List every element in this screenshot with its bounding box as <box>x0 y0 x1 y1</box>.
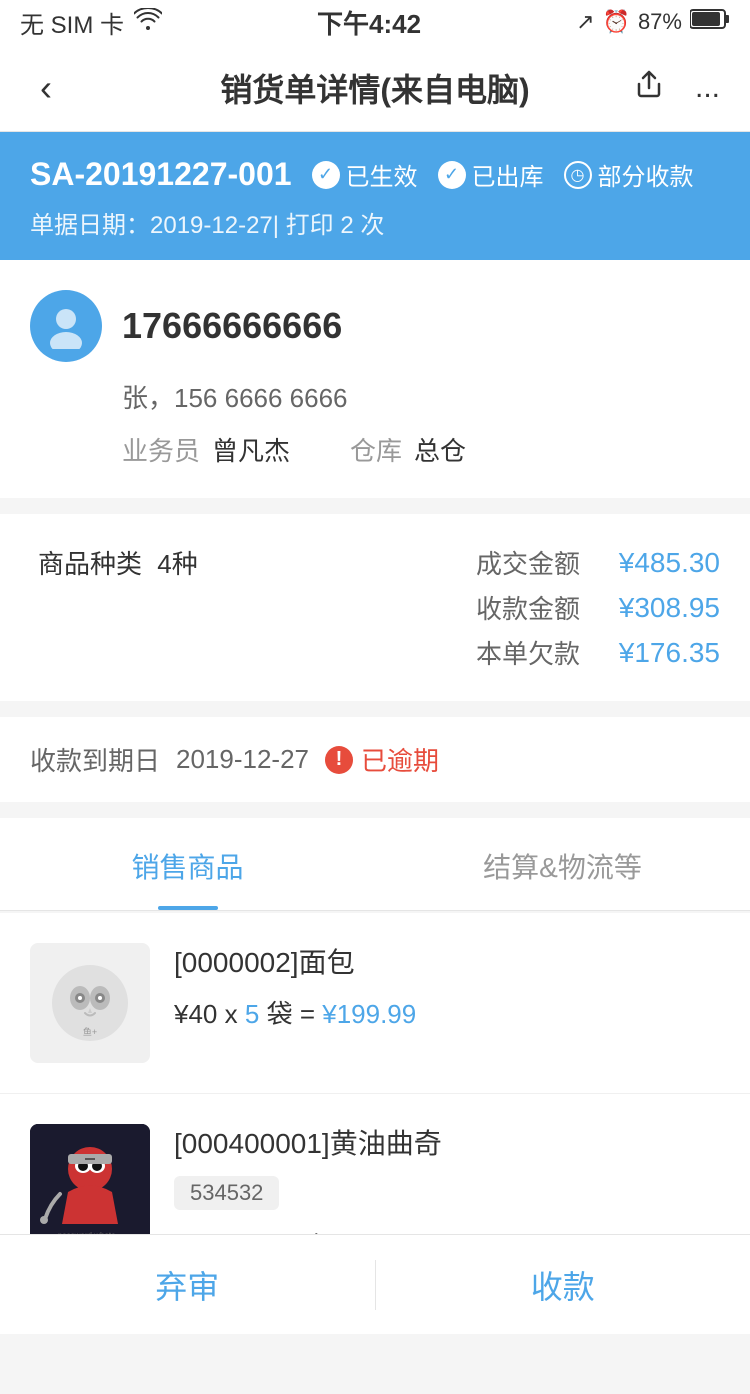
product-id-1: [0000002]面包 <box>174 947 355 978</box>
collect-payment-button[interactable]: 收款 <box>376 1242 750 1328</box>
tabs-row: 销售商品 结算&物流等 <box>0 818 750 911</box>
wifi-icon <box>134 8 162 37</box>
payment-due-date: 2019-12-27 <box>176 744 309 775</box>
warehouse-value: 总仓 <box>414 431 466 468</box>
warehouse-item: 仓库 总仓 <box>350 431 466 468</box>
product-type-label: 商品种类 <box>38 549 142 579</box>
location-icon: ↗ <box>576 9 594 35</box>
product-type-value: 4种 <box>157 549 197 579</box>
warehouse-label: 仓库 <box>350 431 402 468</box>
status-shipped: ✓ 已出库 <box>438 157 544 192</box>
owed-label: 本单欠款 <box>476 634 580 671</box>
carrier-label: 无 SIM 卡 <box>20 5 124 40</box>
tab-sales-products[interactable]: 销售商品 <box>0 818 375 910</box>
payment-due-section: 收款到期日 2019-12-27 ! 已逾期 <box>0 717 750 802</box>
customer-meta: 业务员 曾凡杰 仓库 总仓 <box>30 431 720 468</box>
amount-row: 成交金额 ¥485.30 <box>476 544 720 581</box>
customer-section: 17666666666 张，156 6666 6666 业务员 曾凡杰 仓库 总… <box>0 260 750 498</box>
customer-phone: 17666666666 <box>122 305 342 347</box>
tab-settlement[interactable]: 结算&物流等 <box>375 818 750 910</box>
product-image-2: password whate... <box>30 1124 150 1244</box>
overdue-icon: ! <box>325 746 353 774</box>
back-button[interactable]: ‹ <box>30 57 62 119</box>
product-name-2: [000400001]黄油曲奇 <box>174 1124 720 1163</box>
product-multiply-1: x <box>225 999 245 1029</box>
received-value: ¥308.95 <box>600 592 720 624</box>
salesman-label: 业务员 <box>122 431 200 468</box>
customer-row: 17666666666 <box>30 290 720 362</box>
order-date-value: 2019-12-27 <box>150 212 273 239</box>
status-active-label: 已生效 <box>346 157 418 192</box>
product-item: 鱼+ [0000002]面包 ¥40 x 5 袋 = ¥199.99 <box>0 913 750 1094</box>
abandon-review-button[interactable]: 弃审 <box>0 1242 375 1328</box>
check-active-icon: ✓ <box>312 161 340 189</box>
page-title: 销货单详情(来自电脑) <box>220 65 529 111</box>
product-id-2: [000400001]黄油曲奇 <box>174 1128 442 1159</box>
owed-value: ¥176.35 <box>600 637 720 669</box>
battery-label: 87% <box>638 9 682 35</box>
print-info: | 打印 2 次 <box>273 212 385 239</box>
order-id: SA-20191227-001 <box>30 156 292 193</box>
owed-row: 本单欠款 ¥176.35 <box>476 634 720 671</box>
received-row: 收款金额 ¥308.95 <box>476 589 720 626</box>
share-icon[interactable] <box>633 68 665 108</box>
alarm-icon: ⏰ <box>603 9 630 35</box>
product-price-row-1: ¥40 x 5 袋 = ¥199.99 <box>174 994 720 1031</box>
status-bar-right: ↗ ⏰ 87% <box>576 8 730 36</box>
status-partial: ◷ 部分收款 <box>564 157 694 192</box>
product-total-1: ¥199.99 <box>322 999 416 1029</box>
salesman-value: 曾凡杰 <box>212 431 290 468</box>
status-shipped-label: 已出库 <box>472 157 544 192</box>
order-date-row: 单据日期：2019-12-27| 打印 2 次 <box>30 205 720 240</box>
product-name-1: [0000002]面包 <box>174 943 720 982</box>
product-thumb-1: 鱼+ <box>30 943 150 1063</box>
tabs-section: 销售商品 结算&物流等 <box>0 818 750 911</box>
order-id-row: SA-20191227-001 ✓ 已生效 ✓ 已出库 ◷ 部分收款 <box>30 156 720 193</box>
payment-due-label: 收款到期日 <box>30 741 160 778</box>
nav-bar: ‹ 销货单详情(来自电脑) ... <box>0 44 750 132</box>
more-icon[interactable]: ... <box>695 71 720 105</box>
product-equals-1: = <box>300 999 322 1029</box>
summary-right: 成交金额 ¥485.30 收款金额 ¥308.95 本单欠款 ¥176.35 <box>476 544 720 671</box>
customer-name-phone: 张，156 6666 6666 <box>30 378 720 415</box>
clock-icon: ◷ <box>564 161 592 189</box>
salesman-item: 业务员 曾凡杰 <box>122 431 290 468</box>
status-partial-label: 部分收款 <box>598 157 694 192</box>
status-active: ✓ 已生效 <box>312 157 418 192</box>
amount-value: ¥485.30 <box>600 547 720 579</box>
status-bar: 无 SIM 卡 下午4:42 ↗ ⏰ 87% <box>0 0 750 44</box>
product-info-1: [0000002]面包 ¥40 x 5 袋 = ¥199.99 <box>174 943 720 1031</box>
received-label: 收款金额 <box>476 589 580 626</box>
status-bar-left: 无 SIM 卡 <box>20 5 162 40</box>
product-sku-2: 534532 <box>174 1176 279 1210</box>
overdue-badge: ! 已逾期 <box>325 741 439 778</box>
check-shipped-icon: ✓ <box>438 161 466 189</box>
product-unit-1: 袋 <box>267 999 293 1029</box>
nav-right-actions: ... <box>633 68 720 108</box>
svg-text:鱼+: 鱼+ <box>83 1026 97 1037</box>
status-bar-time: 下午4:42 <box>317 4 421 41</box>
product-price-1: ¥40 <box>174 999 217 1029</box>
product-thumb-2: password whate... <box>30 1124 150 1244</box>
amount-label: 成交金额 <box>476 544 580 581</box>
avatar <box>30 290 102 362</box>
product-image-1: 鱼+ <box>30 943 150 1063</box>
battery-icon <box>690 8 730 36</box>
summary-section: 商品种类 4种 成交金额 ¥485.30 收款金额 ¥308.95 本单欠款 ¥… <box>0 514 750 701</box>
product-qty-1: 5 <box>245 999 259 1029</box>
bottom-bar: 弃审 收款 <box>0 1234 750 1334</box>
order-date-label: 单据日期： <box>30 212 150 239</box>
summary-left: 商品种类 4种 <box>30 544 198 581</box>
overdue-text: 已逾期 <box>361 741 439 778</box>
order-header-banner: SA-20191227-001 ✓ 已生效 ✓ 已出库 ◷ 部分收款 单据日期：… <box>0 132 750 260</box>
product-type-item: 商品种类 4种 <box>30 544 198 581</box>
